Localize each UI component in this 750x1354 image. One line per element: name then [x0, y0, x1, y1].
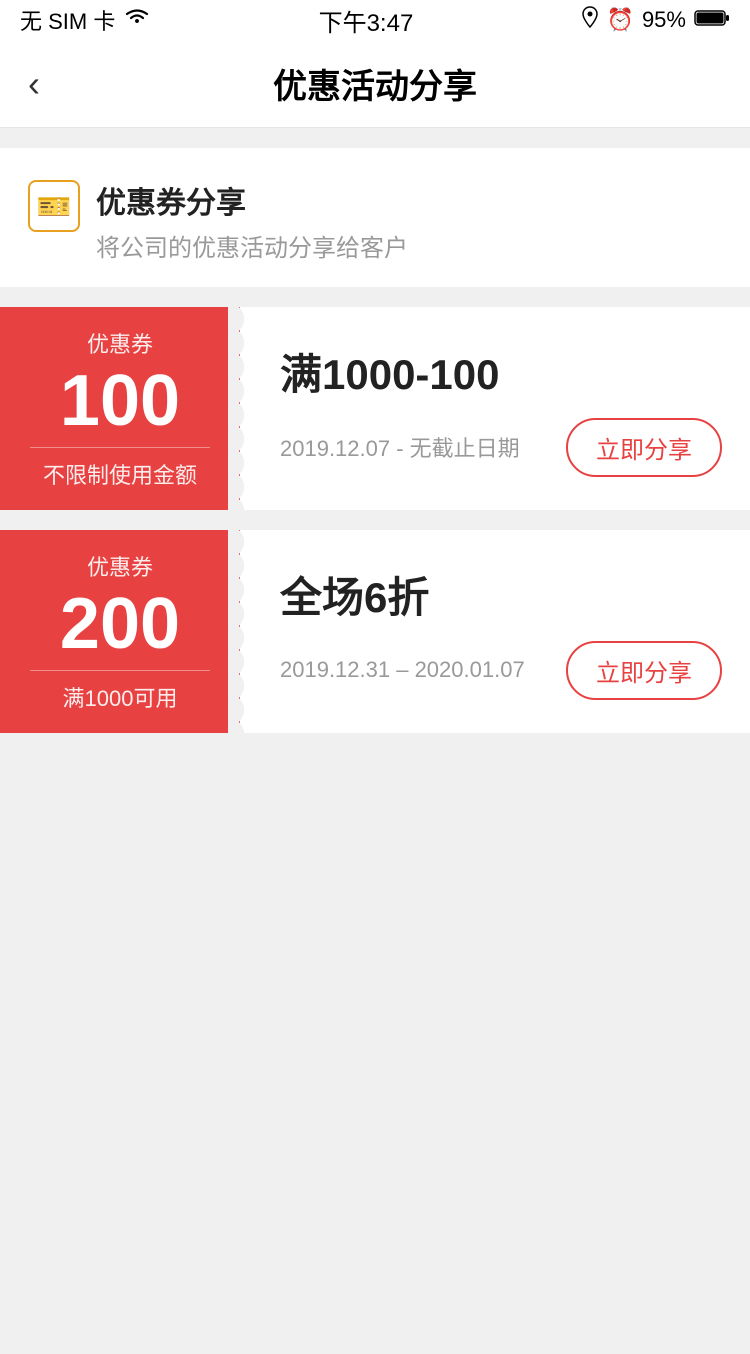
coupon-condition-1: 满1000可用: [63, 681, 178, 713]
coupon-label-1: 优惠券: [87, 550, 153, 582]
status-left: 无 SIM 卡: [20, 4, 151, 36]
page-title: 优惠活动分享: [273, 59, 477, 108]
alarm-icon: ⏰: [607, 7, 634, 33]
coupon-date-1: 2019.12.31 – 2020.01.07: [280, 657, 554, 683]
location-icon: [581, 6, 599, 34]
battery-icon: [694, 7, 730, 33]
nav-bar: ‹ 优惠活动分享: [0, 40, 750, 128]
coupon-footer-1: 2019.12.31 – 2020.01.07 立即分享: [280, 641, 722, 700]
coupon-name-0: 满1000-100: [280, 341, 722, 402]
share-button-1[interactable]: 立即分享: [566, 641, 722, 700]
coupon-left-1: 优惠券 200 满1000可用: [0, 530, 240, 733]
status-bar: 无 SIM 卡 下午3:47 ⏰ 95%: [0, 0, 750, 40]
coupon-name-1: 全场6折: [280, 564, 722, 625]
status-time: 下午3:47: [319, 3, 414, 38]
coupon-amount-0: 100: [60, 365, 180, 437]
coupon-date-0: 2019.12.07 - 无截止日期: [280, 431, 554, 463]
section-text-block: 优惠券分享 将公司的优惠活动分享给客户: [96, 178, 408, 263]
coupon-card: 优惠券 200 满1000可用 全场6折 2019.12.31 – 2020.0…: [0, 530, 750, 733]
coupon-right-0: 满1000-100 2019.12.07 - 无截止日期 立即分享: [240, 307, 750, 510]
status-right: ⏰ 95%: [581, 6, 730, 34]
coupon-card: 优惠券 100 不限制使用金额 满1000-100 2019.12.07 - 无…: [0, 307, 750, 510]
battery-text: 95%: [642, 7, 686, 33]
wifi-icon: [123, 7, 151, 33]
coupon-label-0: 优惠券: [87, 327, 153, 359]
back-button[interactable]: ‹: [28, 63, 40, 105]
coupon-divider-0: [30, 447, 210, 448]
coupon-footer-0: 2019.12.07 - 无截止日期 立即分享: [280, 418, 722, 477]
share-button-0[interactable]: 立即分享: [566, 418, 722, 477]
section-title: 优惠券分享: [96, 178, 408, 222]
coupon-right-1: 全场6折 2019.12.31 – 2020.01.07 立即分享: [240, 530, 750, 733]
section-header: 🎫 优惠券分享 将公司的优惠活动分享给客户: [0, 148, 750, 287]
coupon-divider-1: [30, 670, 210, 671]
section-icon: 🎫: [28, 180, 80, 232]
carrier-text: 无 SIM 卡: [20, 4, 115, 36]
coupon-list: 优惠券 100 不限制使用金额 满1000-100 2019.12.07 - 无…: [0, 287, 750, 753]
coupon-condition-0: 不限制使用金额: [43, 458, 197, 490]
coupon-amount-1: 200: [60, 588, 180, 660]
section-subtitle: 将公司的优惠活动分享给客户: [96, 228, 408, 263]
page-content: 🎫 优惠券分享 将公司的优惠活动分享给客户 优惠券 100 不限制使用金额 满1…: [0, 148, 750, 1354]
coupon-left-0: 优惠券 100 不限制使用金额: [0, 307, 240, 510]
